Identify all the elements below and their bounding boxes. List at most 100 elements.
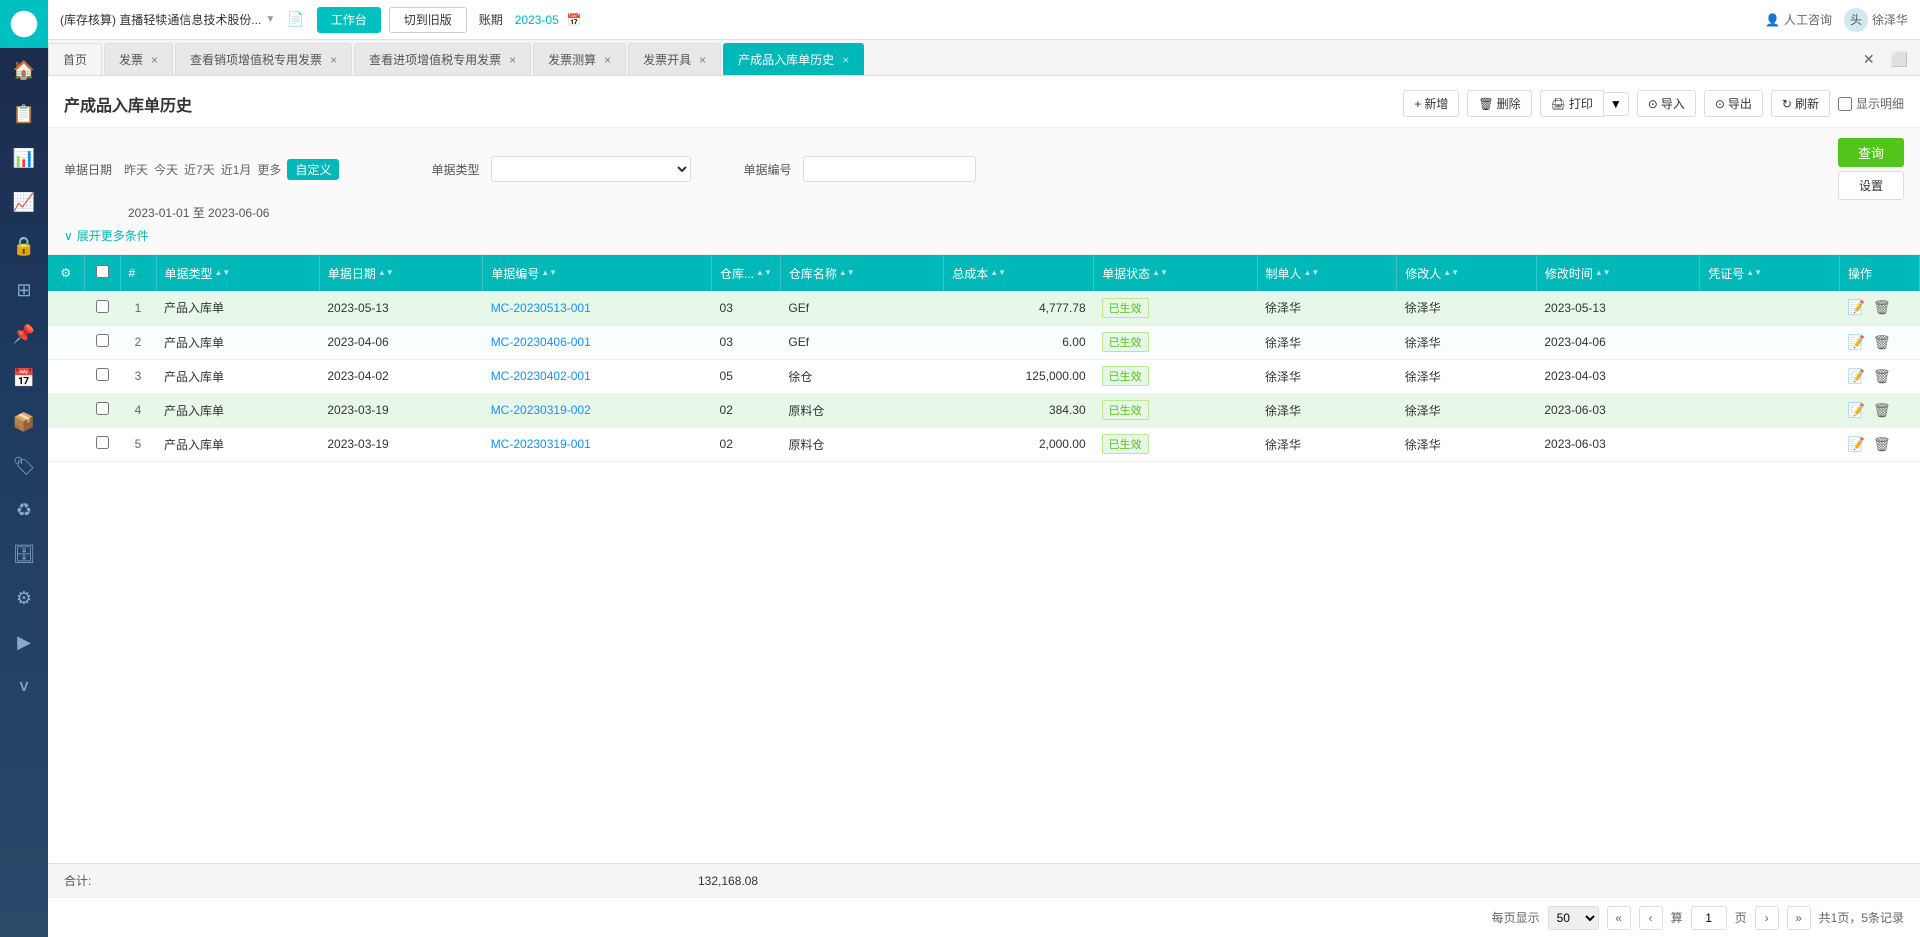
sidebar-item-cycle[interactable]: ♻ — [0, 488, 48, 532]
print-button[interactable]: 🖨 打印 — [1540, 90, 1604, 117]
td-number-4[interactable]: MC-20230319-001 — [483, 427, 712, 461]
th-type[interactable]: 单据类型 ▲▼ — [156, 255, 319, 291]
export-button[interactable]: ⊙ 导出 — [1704, 90, 1763, 117]
tab-sales-vat[interactable]: 查看销项增值税专用发票 × — [175, 43, 352, 75]
print-dropdown-button[interactable]: ▼ — [1604, 92, 1629, 116]
switch-version-button[interactable]: 切到旧版 — [389, 7, 467, 33]
period-calendar-icon[interactable]: 📅 — [567, 13, 582, 27]
edit-icon-3[interactable]: 📝 — [1848, 402, 1865, 419]
row-checkbox-4[interactable] — [96, 436, 109, 449]
edit-icon-1[interactable]: 📝 — [1848, 334, 1865, 351]
edit-icon-0[interactable]: 📝 — [1848, 299, 1865, 316]
tab-sales-vat-close[interactable]: × — [330, 53, 337, 67]
td-number-link-0[interactable]: MC-20230513-001 — [491, 301, 591, 315]
sidebar-item-calendar[interactable]: 📅 — [0, 356, 48, 400]
tab-product-history-close[interactable]: × — [842, 53, 849, 67]
td-number-1[interactable]: MC-20230406-001 — [483, 325, 712, 359]
tab-close-all-button[interactable]: ✕ — [1859, 49, 1879, 70]
sidebar-item-archive[interactable]: 🗄 — [0, 532, 48, 576]
set-button[interactable]: 设置 — [1838, 171, 1904, 200]
tab-home[interactable]: 首页 — [48, 43, 102, 75]
shortcut-7days[interactable]: 近7天 — [184, 161, 215, 178]
shortcut-today[interactable]: 今天 — [154, 161, 178, 178]
query-button[interactable]: 查询 — [1838, 138, 1904, 167]
th-creator[interactable]: 制单人 ▲▼ — [1257, 255, 1397, 291]
td-checkbox-4[interactable] — [84, 427, 120, 461]
delete-icon-1[interactable]: 🗑 — [1873, 334, 1891, 351]
th-date[interactable]: 单据日期 ▲▼ — [319, 255, 482, 291]
td-checkbox-0[interactable] — [84, 291, 120, 325]
help-button[interactable]: 👤 人工咨询 — [1765, 11, 1832, 28]
shortcut-yesterday[interactable]: 昨天 — [124, 161, 148, 178]
row-checkbox-0[interactable] — [96, 300, 109, 313]
shortcut-1month[interactable]: 近1月 — [221, 161, 252, 178]
sidebar-item-settings[interactable]: ⚙ — [0, 576, 48, 620]
td-checkbox-1[interactable] — [84, 325, 120, 359]
th-warehouse-name[interactable]: 仓库名称 ▲▼ — [780, 255, 943, 291]
td-number-link-1[interactable]: MC-20230406-001 — [491, 335, 591, 349]
td-number-2[interactable]: MC-20230402-001 — [483, 359, 712, 393]
sidebar-item-inventory[interactable]: 📦 — [0, 400, 48, 444]
import-button[interactable]: ⊙ 导入 — [1637, 90, 1696, 117]
th-status[interactable]: 单据状态 ▲▼ — [1094, 255, 1257, 291]
td-checkbox-2[interactable] — [84, 359, 120, 393]
page-number-input[interactable] — [1691, 906, 1727, 930]
th-checkbox[interactable] — [84, 255, 120, 291]
sidebar-item-home[interactable]: 🏠 — [0, 48, 48, 92]
delete-icon-2[interactable]: 🗑 — [1873, 368, 1891, 385]
sidebar-item-doc[interactable]: 📋 — [0, 92, 48, 136]
td-checkbox-3[interactable] — [84, 393, 120, 427]
th-modifier[interactable]: 修改人 ▲▼ — [1397, 255, 1537, 291]
sidebar-item-analytics[interactable]: 📈 — [0, 180, 48, 224]
sidebar-item-lock[interactable]: 🔒 — [0, 224, 48, 268]
next-page-button[interactable]: › — [1755, 906, 1779, 930]
tab-invoice[interactable]: 发票 × — [104, 43, 173, 75]
td-number-link-4[interactable]: MC-20230319-001 — [491, 437, 591, 451]
row-checkbox-2[interactable] — [96, 368, 109, 381]
delete-icon-0[interactable]: 🗑 — [1873, 299, 1891, 316]
th-warehouse-code[interactable]: 仓库... ▲▼ — [712, 255, 781, 291]
select-all-checkbox[interactable] — [96, 265, 109, 278]
tab-product-history[interactable]: 产成品入库单历史 × — [723, 43, 864, 75]
sidebar-item-stamp[interactable]: 🏷 — [0, 444, 48, 488]
sidebar-item-video[interactable]: ▶ — [0, 620, 48, 664]
user-menu[interactable]: 头 徐泽华 — [1844, 8, 1908, 32]
tab-purchase-vat[interactable]: 查看进项增值税专用发票 × — [354, 43, 531, 75]
row-checkbox-1[interactable] — [96, 334, 109, 347]
last-page-button[interactable]: » — [1787, 906, 1811, 930]
doc-button[interactable]: 📄 — [287, 11, 304, 28]
custom-date-btn[interactable]: 自定义 — [287, 159, 339, 180]
tab-open-invoice-close[interactable]: × — [699, 53, 706, 67]
tab-open-invoice[interactable]: 发票开具 × — [628, 43, 721, 75]
th-number[interactable]: 单据编号 ▲▼ — [483, 255, 712, 291]
tab-purchase-vat-close[interactable]: × — [509, 53, 516, 67]
delete-icon-4[interactable]: 🗑 — [1873, 436, 1891, 453]
per-page-select[interactable]: 50 10 20 100 — [1548, 906, 1599, 930]
delete-button[interactable]: 🗑 删除 — [1467, 90, 1531, 117]
show-detail-checkbox[interactable] — [1838, 97, 1852, 111]
type-filter-select[interactable] — [491, 156, 691, 182]
sidebar-item-v[interactable]: V — [0, 664, 48, 708]
sidebar-item-task[interactable]: 📌 — [0, 312, 48, 356]
expand-filter-btn[interactable]: ∨ 展开更多条件 — [64, 227, 1904, 244]
td-number-link-2[interactable]: MC-20230402-001 — [491, 369, 591, 383]
new-button[interactable]: + 新增 — [1403, 90, 1459, 117]
th-modify-time[interactable]: 修改时间 ▲▼ — [1536, 255, 1699, 291]
td-number-link-3[interactable]: MC-20230319-002 — [491, 403, 591, 417]
th-voucher[interactable]: 凭证号 ▲▼ — [1700, 255, 1840, 291]
edit-icon-2[interactable]: 📝 — [1848, 368, 1865, 385]
shortcut-more[interactable]: 更多 — [257, 161, 281, 178]
row-checkbox-3[interactable] — [96, 402, 109, 415]
sidebar-item-chart[interactable]: 📊 — [0, 136, 48, 180]
th-total-cost[interactable]: 总成本 ▲▼ — [944, 255, 1094, 291]
sidebar-item-grid[interactable]: ⊞ — [0, 268, 48, 312]
td-number-0[interactable]: MC-20230513-001 — [483, 291, 712, 325]
workbench-button[interactable]: 工作台 — [317, 7, 381, 33]
th-settings[interactable]: ⚙ — [48, 255, 84, 291]
company-selector[interactable]: (库存核算) 直播轻犊通信息技术股份... ▼ — [60, 11, 275, 28]
tab-invoice-close[interactable]: × — [151, 53, 158, 67]
tab-calc[interactable]: 发票测算 × — [533, 43, 626, 75]
prev-page-button[interactable]: ‹ — [1639, 906, 1663, 930]
tab-calc-close[interactable]: × — [604, 53, 611, 67]
edit-icon-4[interactable]: 📝 — [1848, 436, 1865, 453]
